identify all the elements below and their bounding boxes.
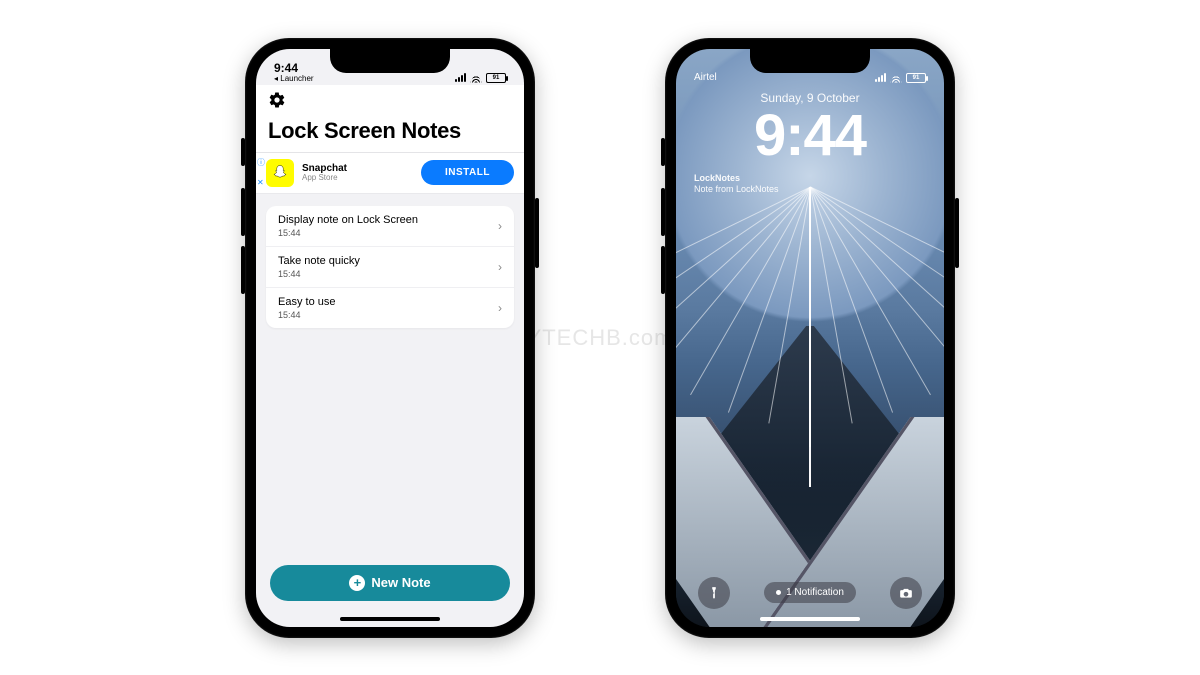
ad-app-store: App Store [302,174,413,182]
lock-time: 9:44 [676,107,944,165]
gear-icon [268,91,286,109]
notch [750,49,870,73]
lock-widget[interactable]: LockNotes Note from LockNotes [676,165,944,196]
widget-title: LockNotes [694,173,926,185]
carrier-label: Airtel [694,73,717,83]
wifi-icon [890,73,902,83]
status-time: 9:44 [274,62,314,74]
ad-app-name: Snapchat [302,164,413,174]
note-row[interactable]: Easy to use 15:44 › [266,288,514,328]
flashlight-icon [707,586,721,600]
cellular-signal-icon [875,73,886,82]
camera-button[interactable] [890,577,922,609]
back-to-launcher[interactable]: ◂ Launcher [274,75,314,83]
note-row[interactable]: Take note quicky 15:44 › [266,247,514,288]
settings-button[interactable] [268,91,512,114]
install-button[interactable]: INSTALL [421,160,514,185]
notification-pill[interactable]: 1 Notification [764,582,856,603]
battery-icon: 91 [486,73,506,83]
notification-count: 1 Notification [786,587,844,598]
note-time: 15:44 [278,228,498,238]
cellular-signal-icon [455,73,466,82]
page-title: Lock Screen Notes [268,118,512,144]
note-time: 15:44 [278,269,498,279]
chevron-right-icon: › [498,260,502,274]
dot-icon [776,590,781,595]
snapchat-icon [266,159,294,187]
home-indicator[interactable] [760,617,860,621]
battery-icon: 91 [906,73,926,83]
chevron-right-icon: › [498,219,502,233]
phone-frame-lockscreen: Airtel 91 Sunday, 9 October 9:44 LockNot… [665,38,955,638]
ad-banner[interactable]: ⓘ✕ Snapchat App Store INSTALL [256,153,524,194]
flashlight-button[interactable] [698,577,730,609]
phone-frame-app: 9:44 ◂ Launcher 91 Lock Screen Notes ⓘ✕ … [245,38,535,638]
widget-body: Note from LockNotes [694,184,926,196]
home-indicator[interactable] [340,617,440,621]
note-row[interactable]: Display note on Lock Screen 15:44 › [266,206,514,247]
lock-date: Sunday, 9 October [676,91,944,105]
note-title: Take note quicky [278,255,498,267]
new-note-label: New Note [371,575,430,590]
camera-icon [899,586,913,600]
chevron-right-icon: › [498,301,502,315]
notes-list: Display note on Lock Screen 15:44 › Take… [266,206,514,328]
ad-info-icon[interactable]: ⓘ✕ [257,157,265,187]
note-time: 15:44 [278,310,498,320]
wifi-icon [470,73,482,83]
note-title: Easy to use [278,296,498,308]
watermark-text: YTECHB.com [527,325,674,351]
new-note-button[interactable]: + New Note [270,565,510,601]
plus-circle-icon: + [349,575,365,591]
notch [330,49,450,73]
note-title: Display note on Lock Screen [278,214,498,226]
